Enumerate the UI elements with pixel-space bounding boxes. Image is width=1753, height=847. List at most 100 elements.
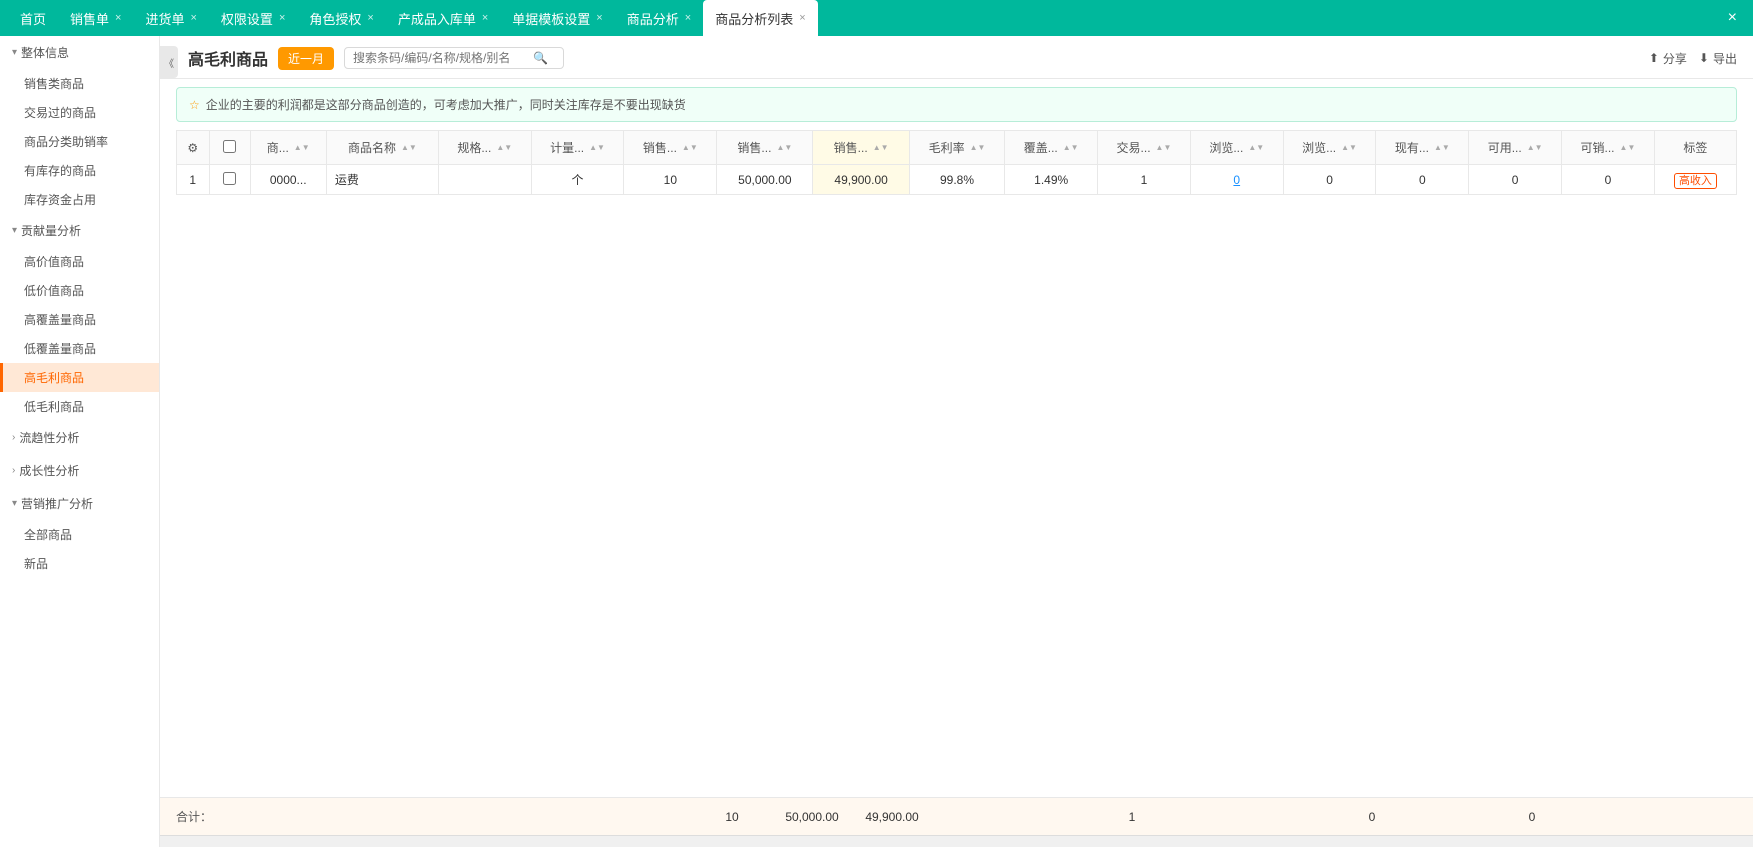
sidebar-item-high-coverage[interactable]: 高覆盖量商品 bbox=[0, 305, 159, 334]
nav-close-template[interactable]: × bbox=[596, 12, 602, 24]
col-code[interactable]: 商... ▲▼ bbox=[250, 131, 326, 165]
col-gross-rate-label: 毛利率 bbox=[929, 139, 965, 156]
sort-arrows-profit: ▲▼ bbox=[873, 144, 889, 152]
col-sales-profit[interactable]: 销售... ▲▼ bbox=[813, 131, 909, 165]
header-actions: ⬆ 分享 ⬇ 导出 bbox=[1649, 50, 1737, 67]
cell-sales-amount: 50,000.00 bbox=[717, 165, 813, 195]
sidebar-section-growth[interactable]: › 成长性分析 bbox=[0, 454, 159, 487]
share-icon: ⬆ bbox=[1649, 51, 1659, 65]
sidebar-section-trend[interactable]: › 流趋性分析 bbox=[0, 421, 159, 454]
footer-spacer2 bbox=[1012, 810, 1092, 824]
nav-close-role[interactable]: × bbox=[367, 12, 373, 24]
search-box[interactable]: 🔍 bbox=[344, 47, 564, 69]
col-sales-qty[interactable]: 销售... ▲▼ bbox=[624, 131, 717, 165]
nav-permission[interactable]: 权限设置 × bbox=[209, 0, 297, 36]
horizontal-scrollbar[interactable] bbox=[160, 835, 1753, 847]
col-sales-amount[interactable]: 销售... ▲▼ bbox=[717, 131, 813, 165]
col-settings[interactable]: ⚙ bbox=[177, 131, 210, 165]
col-checkbox[interactable] bbox=[209, 131, 250, 165]
export-button[interactable]: ⬇ 导出 bbox=[1699, 50, 1737, 67]
footer-sales-qty: 10 bbox=[692, 810, 772, 824]
nav-close-all-button[interactable]: × bbox=[1720, 9, 1745, 27]
views1-link[interactable]: 0 bbox=[1233, 173, 1240, 187]
tag-badge: 高收入 bbox=[1674, 173, 1717, 189]
sidebar-section-marketing[interactable]: ▾ 营销推广分析 bbox=[0, 487, 159, 520]
cell-views1[interactable]: 0 bbox=[1190, 165, 1283, 195]
footer-values: 10 50,000.00 49,900.00 1 0 0 bbox=[232, 810, 1737, 824]
nav-close-sales[interactable]: × bbox=[115, 12, 121, 24]
nav-home[interactable]: 首页 bbox=[8, 0, 58, 36]
sidebar-item-traded-goods[interactable]: 交易过的商品 bbox=[0, 98, 159, 127]
cell-sales-qty: 10 bbox=[624, 165, 717, 195]
search-input[interactable] bbox=[353, 51, 533, 65]
col-spec[interactable]: 规格... ▲▼ bbox=[438, 131, 531, 165]
sidebar-item-stock-capital[interactable]: 库存资金占用 bbox=[0, 185, 159, 214]
sort-arrows-transactions: ▲▼ bbox=[1156, 144, 1172, 152]
col-available[interactable]: 可用... ▲▼ bbox=[1469, 131, 1562, 165]
sort-arrows-amount: ▲▼ bbox=[776, 144, 792, 152]
col-coverage[interactable]: 覆盖... ▲▼ bbox=[1005, 131, 1098, 165]
sort-arrows-spec: ▲▼ bbox=[496, 144, 512, 152]
sidebar-collapse-button[interactable]: 《 bbox=[160, 46, 178, 78]
nav-close-analysis-list[interactable]: × bbox=[799, 12, 805, 24]
nav-purchase[interactable]: 进货单 × bbox=[133, 0, 208, 36]
cell-unit: 个 bbox=[531, 165, 624, 195]
col-current-stock[interactable]: 现有... ▲▼ bbox=[1376, 131, 1469, 165]
col-tag[interactable]: 标签 bbox=[1654, 131, 1736, 165]
sidebar-item-stocked-goods[interactable]: 有库存的商品 bbox=[0, 156, 159, 185]
cell-seq: 1 bbox=[177, 165, 210, 195]
arrow-right-icon: › bbox=[12, 432, 15, 443]
nav-analysis-list[interactable]: 商品分析列表 × bbox=[703, 0, 817, 36]
col-name[interactable]: 商品名称 ▲▼ bbox=[326, 131, 438, 165]
scrollbar-track[interactable] bbox=[160, 836, 1753, 847]
share-button[interactable]: ⬆ 分享 bbox=[1649, 50, 1687, 67]
search-icon[interactable]: 🔍 bbox=[533, 51, 548, 65]
col-unit[interactable]: 计量... ▲▼ bbox=[531, 131, 624, 165]
nav-close-purchase[interactable]: × bbox=[190, 12, 196, 24]
footer-saleable: 0 bbox=[1492, 810, 1572, 824]
nav-close-permission[interactable]: × bbox=[279, 12, 285, 24]
nav-product-stock[interactable]: 产成品入库单 × bbox=[386, 0, 500, 36]
table-row: 1 0000... 运费 个 10 50,000.00 49,900.00 99… bbox=[177, 165, 1737, 195]
cell-sales-profit: 49,900.00 bbox=[813, 165, 909, 195]
sort-arrows-available: ▲▼ bbox=[1527, 144, 1543, 152]
col-saleable[interactable]: 可销... ▲▼ bbox=[1562, 131, 1655, 165]
select-all-checkbox[interactable] bbox=[223, 140, 236, 153]
cell-current-stock: 0 bbox=[1376, 165, 1469, 195]
col-views2[interactable]: 浏览... ▲▼ bbox=[1283, 131, 1376, 165]
arrow-down-icon: ▾ bbox=[12, 47, 17, 58]
sidebar-item-category-rate[interactable]: 商品分类助销率 bbox=[0, 127, 159, 156]
arrow-down-icon-3: ▾ bbox=[12, 498, 17, 509]
cell-checkbox[interactable] bbox=[209, 165, 250, 195]
content-area: 《 高毛利商品 近一月 🔍 ⬆ 分享 ⬇ 导出 ☆ 企 bbox=[160, 36, 1753, 847]
sidebar-item-low-coverage[interactable]: 低覆盖量商品 bbox=[0, 334, 159, 363]
sidebar-item-high-value[interactable]: 高价值商品 bbox=[0, 247, 159, 276]
cell-code: 0000... bbox=[250, 165, 326, 195]
footer-spacer1 bbox=[932, 810, 1012, 824]
sidebar-item-low-margin[interactable]: 低毛利商品 bbox=[0, 392, 159, 421]
sidebar-item-high-margin[interactable]: 高毛利商品 bbox=[0, 363, 159, 392]
sort-arrows-qty: ▲▼ bbox=[682, 144, 698, 152]
row-checkbox[interactable] bbox=[223, 172, 236, 185]
nav-role[interactable]: 角色授权 × bbox=[297, 0, 385, 36]
cell-name: 运费 bbox=[326, 165, 438, 195]
nav-template[interactable]: 单据模板设置 × bbox=[500, 0, 614, 36]
sidebar-item-new-goods[interactable]: 新品 bbox=[0, 549, 159, 578]
sidebar-item-low-value[interactable]: 低价值商品 bbox=[0, 276, 159, 305]
sidebar-section-overview[interactable]: ▾ 整体信息 bbox=[0, 36, 159, 69]
sidebar-section-contribution[interactable]: ▾ 贡献量分析 bbox=[0, 214, 159, 247]
filter-recent-month-button[interactable]: 近一月 bbox=[278, 47, 334, 70]
sort-arrows-code: ▲▼ bbox=[294, 144, 310, 152]
data-table: ⚙ 商... ▲▼ 商品名称 bbox=[176, 130, 1737, 195]
col-gross-rate[interactable]: 毛利率 ▲▼ bbox=[909, 131, 1005, 165]
sidebar-item-all-goods[interactable]: 全部商品 bbox=[0, 520, 159, 549]
nav-close-analysis[interactable]: × bbox=[685, 12, 691, 24]
nav-close-product-stock[interactable]: × bbox=[482, 12, 488, 24]
cell-transactions: 1 bbox=[1098, 165, 1191, 195]
col-views1[interactable]: 浏览... ▲▼ bbox=[1190, 131, 1283, 165]
col-transactions-label: 交易... bbox=[1117, 139, 1151, 156]
nav-sales-order[interactable]: 销售单 × bbox=[58, 0, 133, 36]
col-transactions[interactable]: 交易... ▲▼ bbox=[1098, 131, 1191, 165]
nav-product-analysis[interactable]: 商品分析 × bbox=[615, 0, 703, 36]
sidebar-item-sales-goods[interactable]: 销售类商品 bbox=[0, 69, 159, 98]
